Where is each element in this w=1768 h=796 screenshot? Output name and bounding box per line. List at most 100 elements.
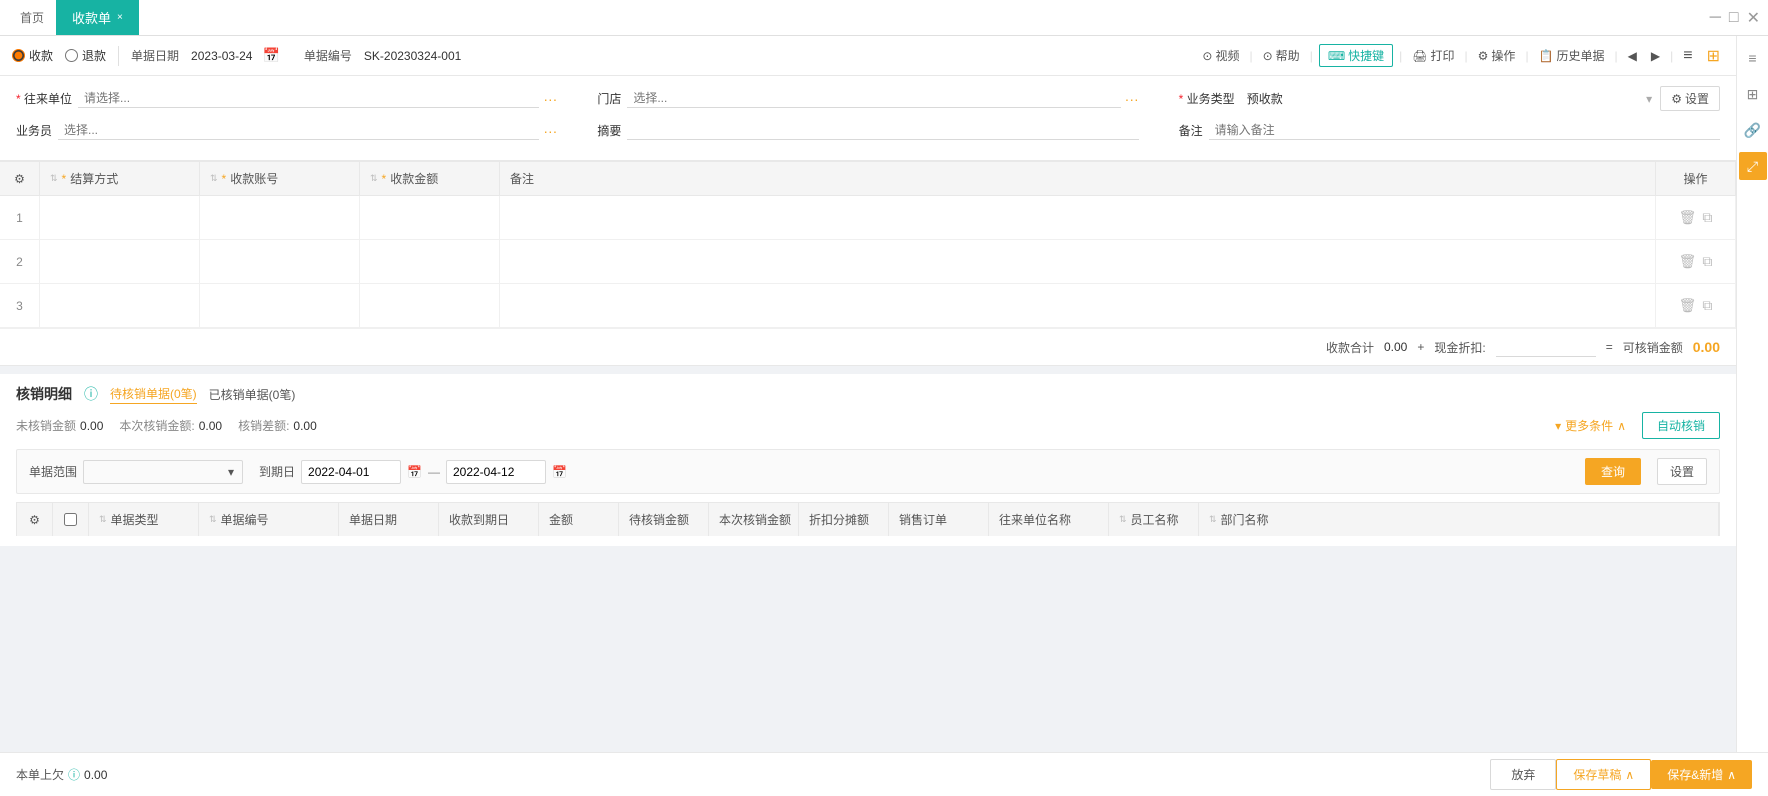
- more-conditions-btn[interactable]: ▾ 更多条件 ∧: [1555, 417, 1626, 434]
- sidebar-btn-1[interactable]: ≡: [1739, 44, 1767, 72]
- partner-more-btn[interactable]: ···: [543, 91, 557, 107]
- check-all-checkbox[interactable]: [64, 513, 77, 526]
- print-btn[interactable]: 🖨 打印: [1408, 45, 1458, 66]
- row-2-copy-btn[interactable]: ⧉: [1702, 253, 1712, 270]
- row-3-copy-btn[interactable]: ⧉: [1702, 297, 1712, 314]
- radio-refund[interactable]: 退款: [65, 47, 106, 64]
- window-maximize-btn[interactable]: □: [1729, 9, 1739, 27]
- row-num-1: 1: [0, 196, 40, 239]
- save-new-btn[interactable]: 保存&新增 ∧: [1651, 760, 1752, 789]
- store-input[interactable]: [627, 89, 1120, 108]
- nav-next-btn[interactable]: ▶: [1647, 47, 1664, 65]
- discount-input[interactable]: [1496, 337, 1596, 357]
- date-from-input[interactable]: [301, 460, 401, 484]
- main-scroll-area: 收款 退款 单据日期 2023-03-24 📅 单据编号 SK-20230324…: [0, 36, 1736, 606]
- view-list-btn[interactable]: ≡: [1679, 45, 1696, 67]
- row-1-copy-btn[interactable]: ⧉: [1702, 209, 1712, 226]
- summary-label: 摘要: [597, 122, 621, 139]
- verify-title: 核销明细: [16, 384, 72, 404]
- row-3-account[interactable]: [200, 284, 360, 327]
- video-btn[interactable]: ⊙ 视频: [1198, 45, 1243, 66]
- bottom-bar: 本单上欠 ⓘ 0.00 放弃 保存草稿 ∧ 保存&新增 ∧: [0, 752, 1768, 796]
- auto-verify-btn[interactable]: 自动核销: [1642, 412, 1720, 439]
- row-2-delete-btn[interactable]: 🗑: [1679, 253, 1697, 270]
- row-2-remark[interactable]: [500, 240, 1656, 283]
- sidebar-btn-3[interactable]: 🔗: [1739, 116, 1767, 144]
- staff-field: 业务员 ···: [16, 121, 557, 140]
- filter-settings-btn[interactable]: 设置: [1657, 458, 1707, 485]
- staff-input[interactable]: [58, 121, 539, 140]
- query-btn[interactable]: 查询: [1585, 458, 1641, 485]
- verify-done-tab[interactable]: 已核销单据(0笔): [209, 386, 296, 403]
- diff-value: 0.00: [293, 419, 316, 433]
- row-3-settlement[interactable]: [40, 284, 200, 327]
- row-1-remark[interactable]: [500, 196, 1656, 239]
- view-grid-btn[interactable]: ⊞: [1703, 44, 1724, 68]
- ops-btn[interactable]: ⚙ 操作: [1474, 45, 1520, 66]
- table-header: ⚙ ⇅ * 结算方式 ⇅ * 收款账号 ⇅ * 收款金额 备注 操作: [0, 161, 1736, 196]
- date-value: 2023-03-24: [191, 49, 252, 63]
- current-label: 本次核销金额:: [119, 417, 194, 434]
- history-btn[interactable]: 📋 历史单据: [1535, 45, 1609, 66]
- range-label: 单据范围: [29, 463, 77, 480]
- video-icon: ⊙: [1202, 49, 1212, 63]
- calendar-icon[interactable]: 📅: [262, 47, 279, 64]
- verify-info-icon[interactable]: ⓘ: [84, 384, 98, 404]
- staff-more-btn[interactable]: ···: [543, 123, 557, 139]
- biz-type-dropdown-icon[interactable]: ▾: [1646, 92, 1652, 106]
- partner-input[interactable]: [78, 89, 539, 108]
- settings-icon: ⚙: [1671, 92, 1682, 106]
- row-3-amount[interactable]: [360, 284, 500, 327]
- memo-input[interactable]: [1209, 121, 1720, 140]
- row-1-amount[interactable]: [360, 196, 500, 239]
- sidebar-btn-4[interactable]: ⤢: [1739, 152, 1767, 180]
- settings-btn[interactable]: ⚙ 设置: [1660, 86, 1720, 111]
- radio-receive[interactable]: 收款: [12, 47, 53, 64]
- nav-tab-receipt[interactable]: 收款单 ×: [56, 0, 139, 35]
- biz-type-label: 业务类型: [1179, 90, 1235, 107]
- row-num-3: 3: [0, 284, 40, 327]
- bottom-info-icon[interactable]: ⓘ: [68, 766, 80, 783]
- row-1-delete-btn[interactable]: 🗑: [1679, 209, 1697, 226]
- row-3-delete-btn[interactable]: 🗑: [1679, 297, 1697, 314]
- detail-check-all[interactable]: [53, 503, 89, 536]
- form-row-1: 往来单位 ··· 门店 ··· 业务类型 预收款 ▾ ⚙ 设置: [16, 86, 1720, 111]
- row-1-settlement[interactable]: [40, 196, 200, 239]
- shortcut-btn[interactable]: ⌨ 快捷键: [1319, 44, 1393, 67]
- nav-prev-btn[interactable]: ◀: [1624, 47, 1641, 65]
- help-btn[interactable]: ⊙ 帮助: [1259, 45, 1304, 66]
- chevron-up-icon: ∧: [1617, 419, 1626, 433]
- ops-icon: ⚙: [1478, 49, 1489, 63]
- memo-label: 备注: [1179, 122, 1203, 139]
- row-3-remark[interactable]: [500, 284, 1656, 327]
- range-select[interactable]: ▾: [83, 460, 243, 484]
- nav-tab-close[interactable]: ×: [117, 12, 123, 23]
- equals-sign: =: [1606, 340, 1613, 354]
- receipt-table: ⚙ ⇅ * 结算方式 ⇅ * 收款账号 ⇅ * 收款金额 备注 操作: [0, 161, 1736, 328]
- row-1-account[interactable]: [200, 196, 360, 239]
- window-close-btn[interactable]: ✕: [1747, 8, 1760, 28]
- diff-label: 核销差额:: [238, 417, 289, 434]
- abandon-btn[interactable]: 放弃: [1490, 759, 1556, 790]
- date-to-input[interactable]: [446, 460, 546, 484]
- sidebar-btn-2[interactable]: ⊞: [1739, 80, 1767, 108]
- window-minimize-btn[interactable]: ─: [1710, 9, 1721, 27]
- total-label: 收款合计: [1326, 339, 1374, 356]
- save-draft-btn[interactable]: 保存草稿 ∧: [1556, 759, 1651, 790]
- biz-type-field: 业务类型 预收款 ▾ ⚙ 设置: [1179, 86, 1720, 111]
- row-2-account[interactable]: [200, 240, 360, 283]
- verify-pending-tab[interactable]: 待核销单据(0笔): [110, 385, 197, 404]
- nav-home[interactable]: 首页: [8, 0, 56, 35]
- table-settings-icon[interactable]: ⚙: [0, 162, 40, 195]
- calendar-to-icon[interactable]: 📅: [552, 465, 567, 479]
- row-2-amount[interactable]: [360, 240, 500, 283]
- bottom-info-label: 本单上欠: [16, 766, 64, 783]
- row-2-settlement[interactable]: [40, 240, 200, 283]
- store-more-btn[interactable]: ···: [1125, 91, 1139, 107]
- calendar-from-icon[interactable]: 📅: [407, 465, 422, 479]
- main-toolbar: 收款 退款 单据日期 2023-03-24 📅 单据编号 SK-20230324…: [0, 36, 1736, 76]
- range-dropdown-icon: ▾: [228, 465, 234, 479]
- summary-input[interactable]: [627, 121, 1138, 140]
- detail-col-amount: 金额: [539, 503, 619, 536]
- detail-settings-icon[interactable]: ⚙: [17, 503, 53, 536]
